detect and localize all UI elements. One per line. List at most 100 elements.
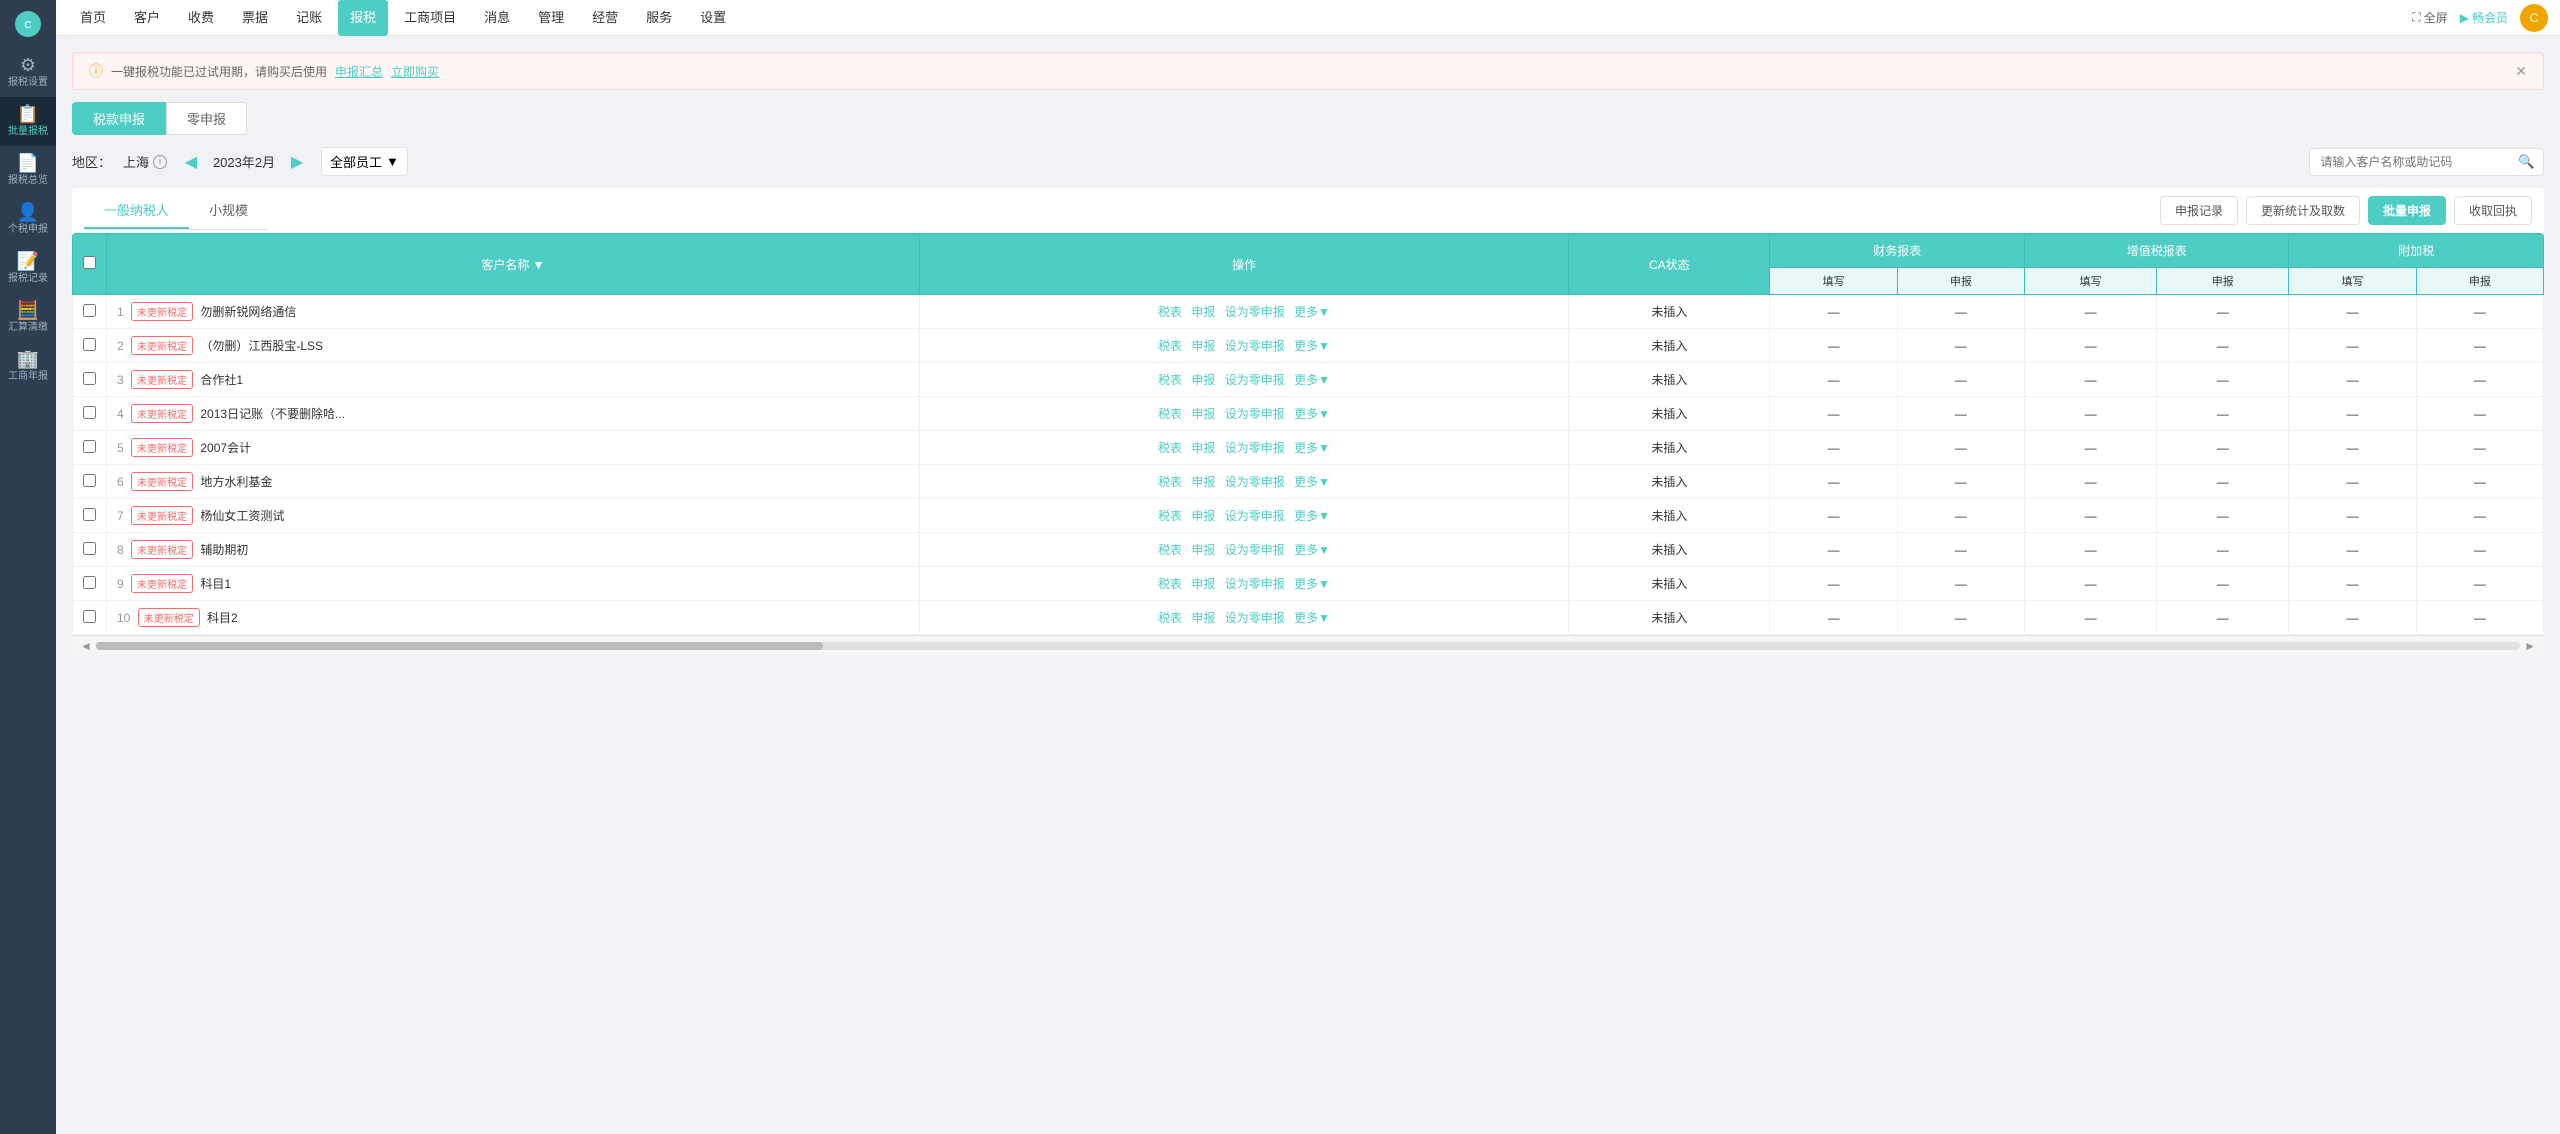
row-checkbox-8[interactable] xyxy=(83,576,96,589)
row-op-declare-0[interactable]: 申报 xyxy=(1191,305,1215,319)
row-op-more-5[interactable]: 更多▼ xyxy=(1294,475,1330,489)
region-info-icon[interactable]: i xyxy=(153,155,167,169)
row-op-more-9[interactable]: 更多▼ xyxy=(1294,611,1330,625)
batch-declare-button[interactable]: 批量申报 xyxy=(2368,196,2446,225)
row-op-declare-1[interactable]: 申报 xyxy=(1191,339,1215,353)
warning-icon: ⓘ xyxy=(89,61,103,81)
row-op-more-4[interactable]: 更多▼ xyxy=(1294,441,1330,455)
row-checkbox-0[interactable] xyxy=(83,304,96,317)
row-op-taxform-5[interactable]: 税表 xyxy=(1158,475,1182,489)
row-op-more-7[interactable]: 更多▼ xyxy=(1294,543,1330,557)
declare-record-button[interactable]: 申报记录 xyxy=(2160,196,2238,225)
scroll-left-arrow[interactable]: ◄ xyxy=(80,639,92,653)
sidebar-item-2[interactable]: 📄报税总览 xyxy=(0,146,56,195)
tab-general-taxpayer[interactable]: 一般纳税人 xyxy=(84,192,189,229)
row-ops-cell-4: 税表 申报 设为零申报 更多▼ xyxy=(919,431,1568,465)
nav-item-管理[interactable]: 管理 xyxy=(526,0,576,36)
notice-close-button[interactable]: ✕ xyxy=(2515,63,2527,80)
row-op-taxform-2[interactable]: 税表 xyxy=(1158,373,1182,387)
buy-now-link[interactable]: 立即购买 xyxy=(391,63,439,80)
nav-item-客户[interactable]: 客户 xyxy=(122,0,172,36)
row-op-zero-7[interactable]: 设为零申报 xyxy=(1225,543,1285,557)
row-op-zero-6[interactable]: 设为零申报 xyxy=(1225,509,1285,523)
row-op-more-6[interactable]: 更多▼ xyxy=(1294,509,1330,523)
row-op-more-3[interactable]: 更多▼ xyxy=(1294,407,1330,421)
row-op-taxform-9[interactable]: 税表 xyxy=(1158,611,1182,625)
fullscreen-button[interactable]: ⛶ 全屏 xyxy=(2412,9,2447,26)
tab-zero-declare[interactable]: 零申报 xyxy=(166,102,247,135)
row-fin-fill-9: — xyxy=(1770,601,1897,635)
row-op-declare-9[interactable]: 申报 xyxy=(1191,611,1215,625)
nav-item-首页[interactable]: 首页 xyxy=(68,0,118,36)
nav-item-收费[interactable]: 收费 xyxy=(176,0,226,36)
nav-item-消息[interactable]: 消息 xyxy=(472,0,522,36)
row-vat-fill-5: — xyxy=(2025,465,2157,499)
nav-item-票据[interactable]: 票据 xyxy=(230,0,280,36)
row-op-taxform-6[interactable]: 税表 xyxy=(1158,509,1182,523)
sidebar-item-0[interactable]: ⚙报税设置 xyxy=(0,48,56,97)
nav-item-设置[interactable]: 设置 xyxy=(688,0,738,36)
nav-item-报税[interactable]: 报税 xyxy=(338,0,388,36)
date-prev-button[interactable]: ◀ xyxy=(179,150,203,174)
row-op-zero-4[interactable]: 设为零申报 xyxy=(1225,441,1285,455)
row-op-more-8[interactable]: 更多▼ xyxy=(1294,577,1330,591)
row-op-taxform-0[interactable]: 税表 xyxy=(1158,305,1182,319)
row-op-declare-6[interactable]: 申报 xyxy=(1191,509,1215,523)
row-op-zero-9[interactable]: 设为零申报 xyxy=(1225,611,1285,625)
nav-item-工商项目[interactable]: 工商项目 xyxy=(392,0,468,36)
nav-item-记账[interactable]: 记账 xyxy=(284,0,334,36)
upgrade-button[interactable]: ▶ 畅会员 xyxy=(2460,9,2508,26)
row-op-taxform-8[interactable]: 税表 xyxy=(1158,577,1182,591)
row-checkbox-5[interactable] xyxy=(83,474,96,487)
employee-select[interactable]: 全部员工 ▼ xyxy=(321,147,408,176)
row-op-zero-2[interactable]: 设为零申报 xyxy=(1225,373,1285,387)
row-checkbox-1[interactable] xyxy=(83,338,96,351)
row-vat-fill-3: — xyxy=(2025,397,2157,431)
row-op-more-1[interactable]: 更多▼ xyxy=(1294,339,1330,353)
nav-item-经营[interactable]: 经营 xyxy=(580,0,630,36)
row-op-more-0[interactable]: 更多▼ xyxy=(1294,305,1330,319)
row-checkbox-2[interactable] xyxy=(83,372,96,385)
sidebar-item-1[interactable]: 📋批量报税 xyxy=(0,97,56,146)
date-display: 2023年2月 xyxy=(209,152,279,171)
sidebar-item-3[interactable]: 👤个税申报 xyxy=(0,195,56,244)
row-checkbox-7[interactable] xyxy=(83,542,96,555)
row-op-taxform-3[interactable]: 税表 xyxy=(1158,407,1182,421)
tab-small-scale[interactable]: 小规模 xyxy=(189,192,268,229)
search-button[interactable]: 🔍 xyxy=(2510,149,2543,175)
row-fin-fill-3: — xyxy=(1770,397,1897,431)
row-checkbox-6[interactable] xyxy=(83,508,96,521)
user-avatar[interactable]: C xyxy=(2520,4,2548,32)
nav-item-服务[interactable]: 服务 xyxy=(634,0,684,36)
scroll-right-arrow[interactable]: ► xyxy=(2524,639,2536,653)
row-op-zero-5[interactable]: 设为零申报 xyxy=(1225,475,1285,489)
row-op-declare-8[interactable]: 申报 xyxy=(1191,577,1215,591)
date-next-button[interactable]: ▶ xyxy=(285,150,309,174)
sidebar-item-5[interactable]: 🧮汇算清缴 xyxy=(0,293,56,342)
sidebar-item-4[interactable]: 📝报税记录 xyxy=(0,244,56,293)
row-op-taxform-1[interactable]: 税表 xyxy=(1158,339,1182,353)
row-op-declare-2[interactable]: 申报 xyxy=(1191,373,1215,387)
row-op-declare-4[interactable]: 申报 xyxy=(1191,441,1215,455)
declare-summary-link[interactable]: 申报汇总 xyxy=(335,63,383,80)
row-op-declare-3[interactable]: 申报 xyxy=(1191,407,1215,421)
row-op-taxform-4[interactable]: 税表 xyxy=(1158,441,1182,455)
table-row: 8 未更新税定 辅助期初 税表 申报 设为零申报 更多▼ 未插入 — — — —… xyxy=(73,533,2544,567)
tab-declare[interactable]: 税款申报 xyxy=(72,102,166,135)
search-input[interactable] xyxy=(2310,150,2510,174)
select-all-checkbox[interactable] xyxy=(83,256,96,269)
row-op-taxform-7[interactable]: 税表 xyxy=(1158,543,1182,557)
sidebar-item-6[interactable]: 🏢工商年报 xyxy=(0,342,56,391)
row-checkbox-4[interactable] xyxy=(83,440,96,453)
row-op-zero-8[interactable]: 设为零申报 xyxy=(1225,577,1285,591)
row-op-more-2[interactable]: 更多▼ xyxy=(1294,373,1330,387)
row-op-zero-1[interactable]: 设为零申报 xyxy=(1225,339,1285,353)
row-op-zero-0[interactable]: 设为零申报 xyxy=(1225,305,1285,319)
collect-back-button[interactable]: 收取回执 xyxy=(2454,196,2532,225)
row-op-declare-5[interactable]: 申报 xyxy=(1191,475,1215,489)
update-stats-button[interactable]: 更新统计及取数 xyxy=(2246,196,2360,225)
row-op-declare-7[interactable]: 申报 xyxy=(1191,543,1215,557)
row-op-zero-3[interactable]: 设为零申报 xyxy=(1225,407,1285,421)
row-checkbox-9[interactable] xyxy=(83,610,96,623)
row-checkbox-3[interactable] xyxy=(83,406,96,419)
